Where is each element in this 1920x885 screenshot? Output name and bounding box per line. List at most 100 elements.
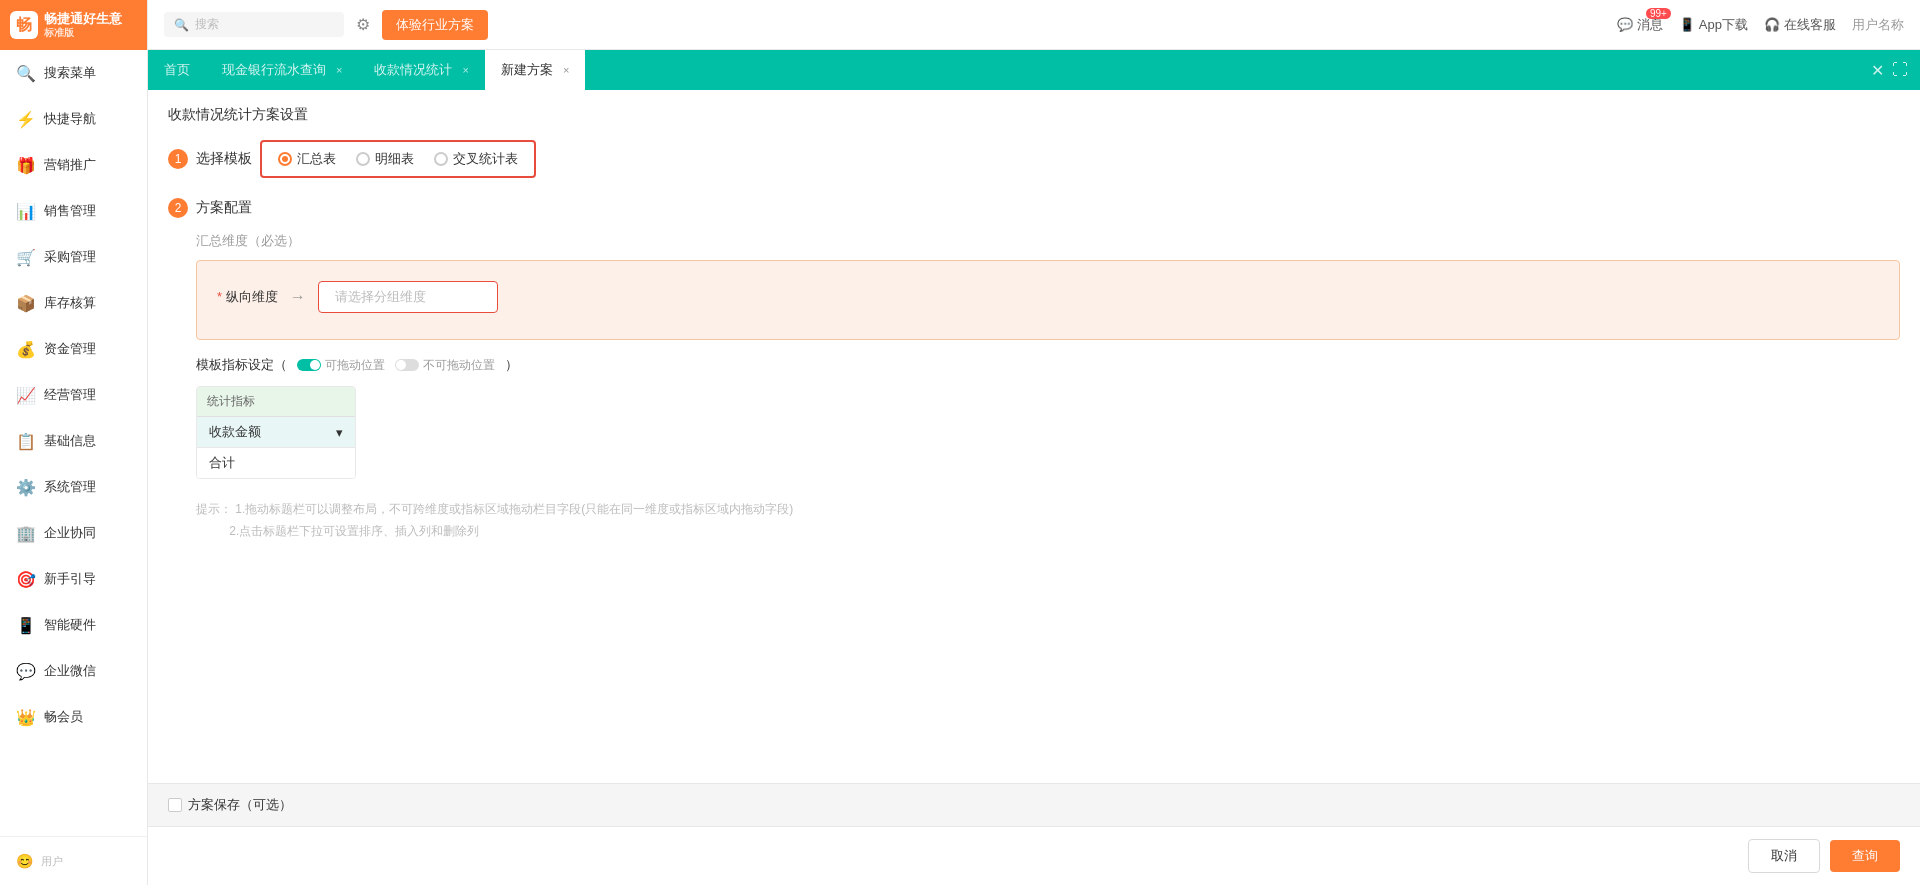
download-button[interactable]: 📱 App下载 — [1679, 16, 1748, 34]
tabbar-actions: ✕ ⛶ — [1871, 61, 1920, 80]
sidebar-icon-12: 📱 — [16, 616, 36, 635]
tip2: 2.点击标题栏下拉可设置排序、插入列和删除列 — [196, 521, 1900, 543]
indicator-header: 模板指标设定（ 可拖动位置 不可拖 — [196, 356, 1900, 374]
dimension-section-label: 汇总维度（必选） — [196, 232, 1900, 250]
indicator-setting: 模板指标设定（ 可拖动位置 不可拖 — [196, 356, 1900, 542]
dimension-area: * 纵向维度 → 请选择分组维度 — [196, 260, 1900, 340]
sidebar-icon-2: 🎁 — [16, 156, 36, 175]
sidebar-icon-11: 🎯 — [16, 570, 36, 589]
tab-close-2[interactable]: × — [462, 64, 468, 76]
template-option-2[interactable]: 交叉统计表 — [434, 150, 518, 168]
tab-label-2: 收款情况统计 — [374, 61, 452, 79]
sidebar-icon-3: 📊 — [16, 202, 36, 221]
sidebar-item-0[interactable]: 🔍搜索菜单 — [0, 50, 147, 96]
sidebar-label-9: 系统管理 — [44, 478, 96, 496]
sidebar-label-7: 经营管理 — [44, 386, 96, 404]
not-draggable-toggle[interactable]: 不可拖动位置 — [395, 357, 495, 374]
tab-close-1[interactable]: × — [336, 64, 342, 76]
sidebar-item-3[interactable]: 📊销售管理 — [0, 188, 147, 234]
tab-close-3[interactable]: × — [563, 64, 569, 76]
toggle-box-off[interactable] — [395, 359, 419, 371]
tip1-text: 1.拖动标题栏可以调整布局，不可跨维度或指标区域拖动栏目字段(只能在同一维度或指… — [235, 502, 793, 516]
sidebar-item-12[interactable]: 📱智能硬件 — [0, 602, 147, 648]
section-config: 2 方案配置 汇总维度（必选） * 纵向维度 → 请选择分 — [168, 198, 1900, 542]
sidebar-item-10[interactable]: 🏢企业协同 — [0, 510, 147, 556]
sidebar-item-14[interactable]: 👑 畅会员 — [0, 694, 147, 740]
sidebar-icon-13: 💬 — [16, 662, 36, 681]
toggle-knob — [310, 360, 320, 370]
step1-title: 选择模板 — [196, 150, 252, 168]
tab-label-0: 首页 — [164, 61, 190, 79]
sidebar-label-0: 搜索菜单 — [44, 64, 96, 82]
bottom-action-bar: 取消 查询 — [148, 826, 1920, 885]
user-name[interactable]: 用户名称 — [1852, 16, 1904, 34]
sidebar-icon-6: 💰 — [16, 340, 36, 359]
sidebar-label-4: 采购管理 — [44, 248, 96, 266]
sidebar-label-5: 库存核算 — [44, 294, 96, 312]
save-checkbox-area[interactable]: 方案保存（可选） — [168, 796, 292, 814]
tab-3[interactable]: 新建方案 × — [485, 50, 585, 90]
dimension-row: * 纵向维度 → 请选择分组维度 — [217, 281, 1879, 313]
sidebar-icon-8: 📋 — [16, 432, 36, 451]
sidebar-item-8[interactable]: 📋 基础信息 — [0, 418, 147, 464]
fullscreen-icon[interactable]: ⛶ — [1892, 61, 1908, 79]
sidebar-item-4[interactable]: 🛒采购管理 — [0, 234, 147, 280]
sidebar-bottom-item[interactable]: 😊 用户 — [0, 845, 147, 877]
tab-1[interactable]: 现金银行流水查询 × — [206, 50, 358, 90]
tab-label-3: 新建方案 — [501, 61, 553, 79]
draggable-label: 可拖动位置 — [325, 357, 385, 374]
dim-select-input[interactable]: 请选择分组维度 — [318, 281, 498, 313]
draggable-toggle[interactable]: 可拖动位置 — [297, 357, 385, 374]
sidebar-item-6[interactable]: 💰资金管理 — [0, 326, 147, 372]
trial-button[interactable]: 体验行业方案 — [382, 10, 488, 40]
search-bar[interactable]: 🔍 搜索 — [164, 12, 344, 37]
template-option-1[interactable]: 明细表 — [356, 150, 414, 168]
save-checkbox[interactable] — [168, 798, 182, 812]
content-area: 收款情况统计方案设置 1 选择模板 汇总表明细表交叉统计表 2 方案配置 — [148, 90, 1920, 783]
sidebar-label-14: 畅会员 — [44, 708, 83, 726]
sidebar-item-13[interactable]: 💬 企业微信 — [0, 648, 147, 694]
download-label: App下载 — [1699, 16, 1748, 34]
close-window-icon[interactable]: ✕ — [1871, 61, 1884, 80]
service-button[interactable]: 🎧 在线客服 — [1764, 16, 1836, 34]
step2-number: 2 — [168, 198, 188, 218]
sidebar-item-9[interactable]: ⚙️系统管理 — [0, 464, 147, 510]
sidebar-item-1[interactable]: ⚡快捷导航 — [0, 96, 147, 142]
sidebar: 畅 畅捷通好生意 标准版 🔍搜索菜单⚡快捷导航 🎁 营销推广 📊销售管理🛒采购管理 📦 库… — [0, 0, 148, 885]
message-button[interactable]: 💬 消息 99+ — [1617, 16, 1663, 34]
header: 🔍 搜索 ⚙ 体验行业方案 💬 消息 99+ 📱 App下载 🎧 在线客服 用户… — [148, 0, 1920, 50]
sidebar-icon-5: 📦 — [16, 294, 36, 313]
sidebar-item-7[interactable]: 📈 经营管理 — [0, 372, 147, 418]
tip-label: 提示： — [196, 502, 232, 516]
sidebar-icon-7: 📈 — [16, 386, 36, 405]
sidebar-item-2[interactable]: 🎁 营销推广 — [0, 142, 147, 188]
logo-text: 畅捷通好生意 标准版 — [44, 11, 122, 39]
indicator-col-header: 收款金额 ▾ — [197, 417, 355, 447]
query-button[interactable]: 查询 — [1830, 840, 1900, 872]
tab-0[interactable]: 首页 — [148, 50, 206, 90]
download-icon: 📱 — [1679, 17, 1695, 32]
toggle-box-on[interactable] — [297, 359, 321, 371]
logo: 畅 畅捷通好生意 标准版 — [0, 0, 147, 50]
template-select-box: 汇总表 明细表 交叉统计表 — [260, 140, 536, 178]
section1-header: 1 选择模板 汇总表明细表交叉统计表 — [168, 140, 1900, 178]
sidebar-item-5[interactable]: 📦 库存核算 — [0, 280, 147, 326]
sidebar-bottom: 😊 用户 — [0, 836, 147, 885]
sidebar-icon-14: 👑 — [16, 708, 36, 727]
sidebar-label-11: 新手引导 — [44, 570, 96, 588]
sidebar-label-13: 企业微信 — [44, 662, 96, 680]
main: 🔍 搜索 ⚙ 体验行业方案 💬 消息 99+ 📱 App下载 🎧 在线客服 用户… — [148, 0, 1920, 885]
tips-area: 提示： 1.拖动标题栏可以调整布局，不可跨维度或指标区域拖动栏目字段(只能在同一… — [196, 499, 1900, 542]
sidebar-label-2: 营销推广 — [44, 156, 96, 174]
settings-icon[interactable]: ⚙ — [356, 15, 370, 34]
sidebar-label-8: 基础信息 — [44, 432, 96, 450]
logo-icon: 畅 — [10, 11, 38, 39]
cancel-button[interactable]: 取消 — [1748, 839, 1820, 873]
sidebar-item-11[interactable]: 🎯 新手引导 — [0, 556, 147, 602]
template-option-0[interactable]: 汇总表 — [278, 150, 336, 168]
tab-label-1: 现金银行流水查询 — [222, 61, 326, 79]
breadcrumb: 收款情况统计方案设置 — [168, 106, 1900, 124]
indicator-label: 模板指标设定（ — [196, 356, 287, 374]
tab-2[interactable]: 收款情况统计 × — [358, 50, 484, 90]
col1-dropdown-icon[interactable]: ▾ — [336, 425, 343, 440]
